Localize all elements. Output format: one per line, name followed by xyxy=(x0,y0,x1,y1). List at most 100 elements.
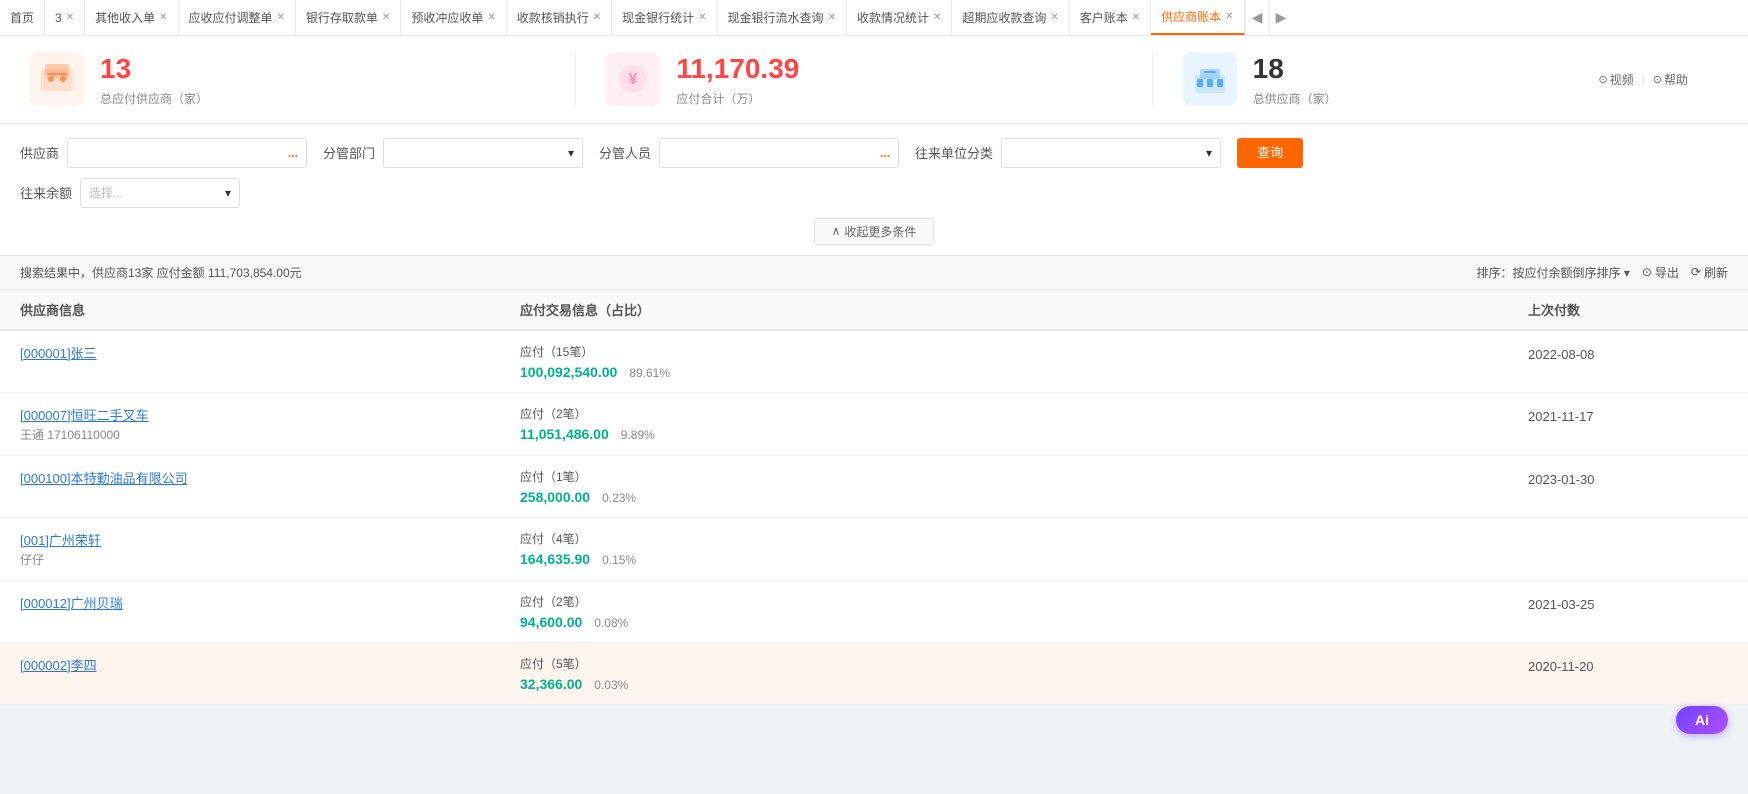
nav-tab-other-income[interactable]: 其他收入单 ✕ xyxy=(85,0,178,35)
supplier-link-1[interactable]: [000007]恒旺二手叉车 xyxy=(20,405,520,424)
nav-tab-home-label: 首页 xyxy=(10,9,34,26)
filter-row-1: 供应商 ... 分管部门 ▾ 分管人员 ... 往来单位分类 ▾ xyxy=(20,138,1728,168)
nav-tab-home[interactable]: 首页 xyxy=(0,0,45,35)
payable-amount-3[interactable]: 164,635.90 xyxy=(520,551,590,567)
stat-content-amount: 11,170.39 应付合计（万） xyxy=(676,52,799,107)
person-dots-icon[interactable]: ... xyxy=(880,146,890,160)
category-label: 往来单位分类 xyxy=(915,143,993,162)
collapse-button[interactable]: ∧ 收起更多条件 xyxy=(814,218,934,245)
nav-tab-cash-query-label: 现金银行流水查询 xyxy=(728,9,824,26)
export-icon: ⊙ xyxy=(1642,265,1652,279)
payable-percent-3: 0.15% xyxy=(602,553,636,567)
payable-percent-2: 0.23% xyxy=(602,491,636,505)
balance-placeholder: 选择... xyxy=(89,184,123,201)
filter-area: 供应商 ... 分管部门 ▾ 分管人员 ... 往来单位分类 ▾ xyxy=(0,124,1748,256)
refresh-button[interactable]: ⟳ 刷新 xyxy=(1691,264,1728,281)
nav-tab-pay-stat[interactable]: 收款情况统计 ✕ xyxy=(847,0,952,35)
supplier-link-5[interactable]: [000002]李四 xyxy=(20,655,520,674)
close-adjust[interactable]: ✕ xyxy=(277,12,285,23)
payable-amount-0[interactable]: 100,092,540.00 xyxy=(520,364,617,380)
supplier-input[interactable]: ... xyxy=(67,138,307,168)
stat-icon-amount: ¥ xyxy=(606,52,660,106)
close-cash-query[interactable]: ✕ xyxy=(828,12,836,23)
payable-amount-5[interactable]: 32,366.00 xyxy=(520,676,582,692)
supplier-label: 供应商 xyxy=(20,143,59,162)
supplier-info-3: [001]广州荣轩 仔仔 xyxy=(20,530,520,568)
ai-button[interactable]: Ai xyxy=(1676,706,1728,734)
nav-tab-cash-query[interactable]: 现金银行流水查询 ✕ xyxy=(718,0,847,35)
nav-next-arrow[interactable]: ▶ xyxy=(1269,0,1293,35)
payable-amount-4[interactable]: 94,600.00 xyxy=(520,614,582,630)
payable-count-3: 应付（4笔） xyxy=(520,530,1528,547)
supplier-dots-icon[interactable]: ... xyxy=(288,146,298,160)
nav-tab-supplier-book-label: 供应商账本 xyxy=(1161,8,1221,25)
supplier-link-2[interactable]: [000100]本特勤油品有限公司 xyxy=(20,468,520,487)
sort-label[interactable]: 排序：按应付余额倒序排序 ▾ xyxy=(1476,264,1629,281)
nav-tab-adjust[interactable]: 应收应付调整单 ✕ xyxy=(179,0,296,35)
stat-label-total: 总供应商（家） xyxy=(1253,90,1337,107)
nav-tab-other-income-label: 其他收入单 xyxy=(95,9,155,26)
supplier-link-4[interactable]: [000012]广州贝瑞 xyxy=(20,593,520,612)
payable-info-3: 应付（4笔） 164,635.90 0.15% xyxy=(520,530,1528,567)
supplier-link-3[interactable]: [001]广州荣轩 xyxy=(20,530,520,549)
person-input[interactable]: ... xyxy=(659,138,899,168)
payable-amount-1[interactable]: 11,051,486.00 xyxy=(520,426,609,442)
table-row: [000007]恒旺二手叉车 王通 17106110000 应付（2笔） 11,… xyxy=(0,393,1748,456)
refresh-icon: ⟳ xyxy=(1691,265,1701,279)
close-bank[interactable]: ✕ xyxy=(382,12,390,23)
balance-select[interactable]: 选择... ▾ xyxy=(80,178,240,208)
nav-tab-overdue-label: 超期应收款查询 xyxy=(962,9,1046,26)
close-cash-stat[interactable]: ✕ xyxy=(698,12,706,23)
col-header-supplier: 供应商信息 xyxy=(20,300,520,319)
table-row: [000100]本特勤油品有限公司 应付（1笔） 258,000.00 0.23… xyxy=(0,456,1748,518)
payable-amount-2[interactable]: 258,000.00 xyxy=(520,489,590,505)
supplier-info-1: [000007]恒旺二手叉车 王通 17106110000 xyxy=(20,405,520,443)
table-row: [000001]张三 应付（15笔） 100,092,540.00 89.61%… xyxy=(0,331,1748,393)
nav-tab-writeoff[interactable]: 收款核销执行 ✕ xyxy=(507,0,612,35)
last-pay-0: 2022-08-08 xyxy=(1528,343,1728,362)
nav-tab-3[interactable]: 3 ✕ xyxy=(45,0,85,35)
nav-tab-cash-stat[interactable]: 现金银行统计 ✕ xyxy=(612,0,717,35)
close-writeoff[interactable]: ✕ xyxy=(593,12,601,23)
nav-tab-customer-book[interactable]: 客户账本 ✕ xyxy=(1070,0,1151,35)
supplier-info-5: [000002]李四 xyxy=(20,655,520,674)
close-other-income[interactable]: ✕ xyxy=(159,12,167,23)
stat-number-total: 18 xyxy=(1253,52,1337,86)
stat-item-total: 18 总供应商（家） ⊙ 视频 | ⊙ 帮助 xyxy=(1153,52,1728,107)
close-customer-book[interactable]: ✕ xyxy=(1132,12,1140,23)
supplier-info-2: [000100]本特勤油品有限公司 xyxy=(20,468,520,487)
export-button[interactable]: ⊙ 导出 xyxy=(1642,264,1679,281)
category-select[interactable]: ▾ xyxy=(1001,138,1221,168)
supplier-sub-3: 仔仔 xyxy=(20,551,520,568)
table-container: 供应商信息 应付交易信息（占比） 上次付数 [000001]张三 应付（15笔）… xyxy=(0,290,1748,705)
payable-count-4: 应付（2笔） xyxy=(520,593,1528,610)
ai-button-label: Ai xyxy=(1695,712,1709,728)
last-pay-5: 2020-11-20 xyxy=(1528,655,1728,674)
stat-content-suppliers: 13 总应付供应商（家） xyxy=(100,52,208,107)
nav-tab-prepay[interactable]: 预收冲应收单 ✕ xyxy=(401,0,506,35)
close-supplier-book[interactable]: ✕ xyxy=(1225,11,1233,22)
nav-prev-arrow[interactable]: ◀ xyxy=(1245,0,1269,35)
stat-label-suppliers: 总应付供应商（家） xyxy=(100,90,208,107)
stat-icon-suppliers xyxy=(30,52,84,106)
payable-count-2: 应付（1笔） xyxy=(520,468,1528,485)
nav-tab-overdue[interactable]: 超期应收款查询 ✕ xyxy=(952,0,1069,35)
supplier-sub-1: 王通 17106110000 xyxy=(20,426,520,443)
person-label: 分管人员 xyxy=(599,143,651,162)
close-tab-3[interactable]: ✕ xyxy=(66,12,74,23)
query-button[interactable]: 查询 xyxy=(1237,138,1303,168)
stat-label-amount: 应付合计（万） xyxy=(676,90,799,107)
nav-tab-bank[interactable]: 银行存取款单 ✕ xyxy=(296,0,401,35)
supplier-link-0[interactable]: [000001]张三 xyxy=(20,343,520,362)
video-link[interactable]: ⊙ 视频 xyxy=(1598,71,1633,88)
nav-tab-supplier-book[interactable]: 供应商账本 ✕ xyxy=(1151,0,1244,35)
close-prepay[interactable]: ✕ xyxy=(487,12,495,23)
dept-label: 分管部门 xyxy=(323,143,375,162)
close-overdue[interactable]: ✕ xyxy=(1050,12,1058,23)
stat-number-suppliers: 13 xyxy=(100,52,208,86)
close-pay-stat[interactable]: ✕ xyxy=(933,12,941,23)
stat-item-suppliers: 13 总应付供应商（家） xyxy=(20,52,576,107)
dept-select[interactable]: ▾ xyxy=(383,138,583,168)
help-link[interactable]: ⊙ 帮助 xyxy=(1653,71,1688,88)
payable-count-0: 应付（15笔） xyxy=(520,343,1528,360)
